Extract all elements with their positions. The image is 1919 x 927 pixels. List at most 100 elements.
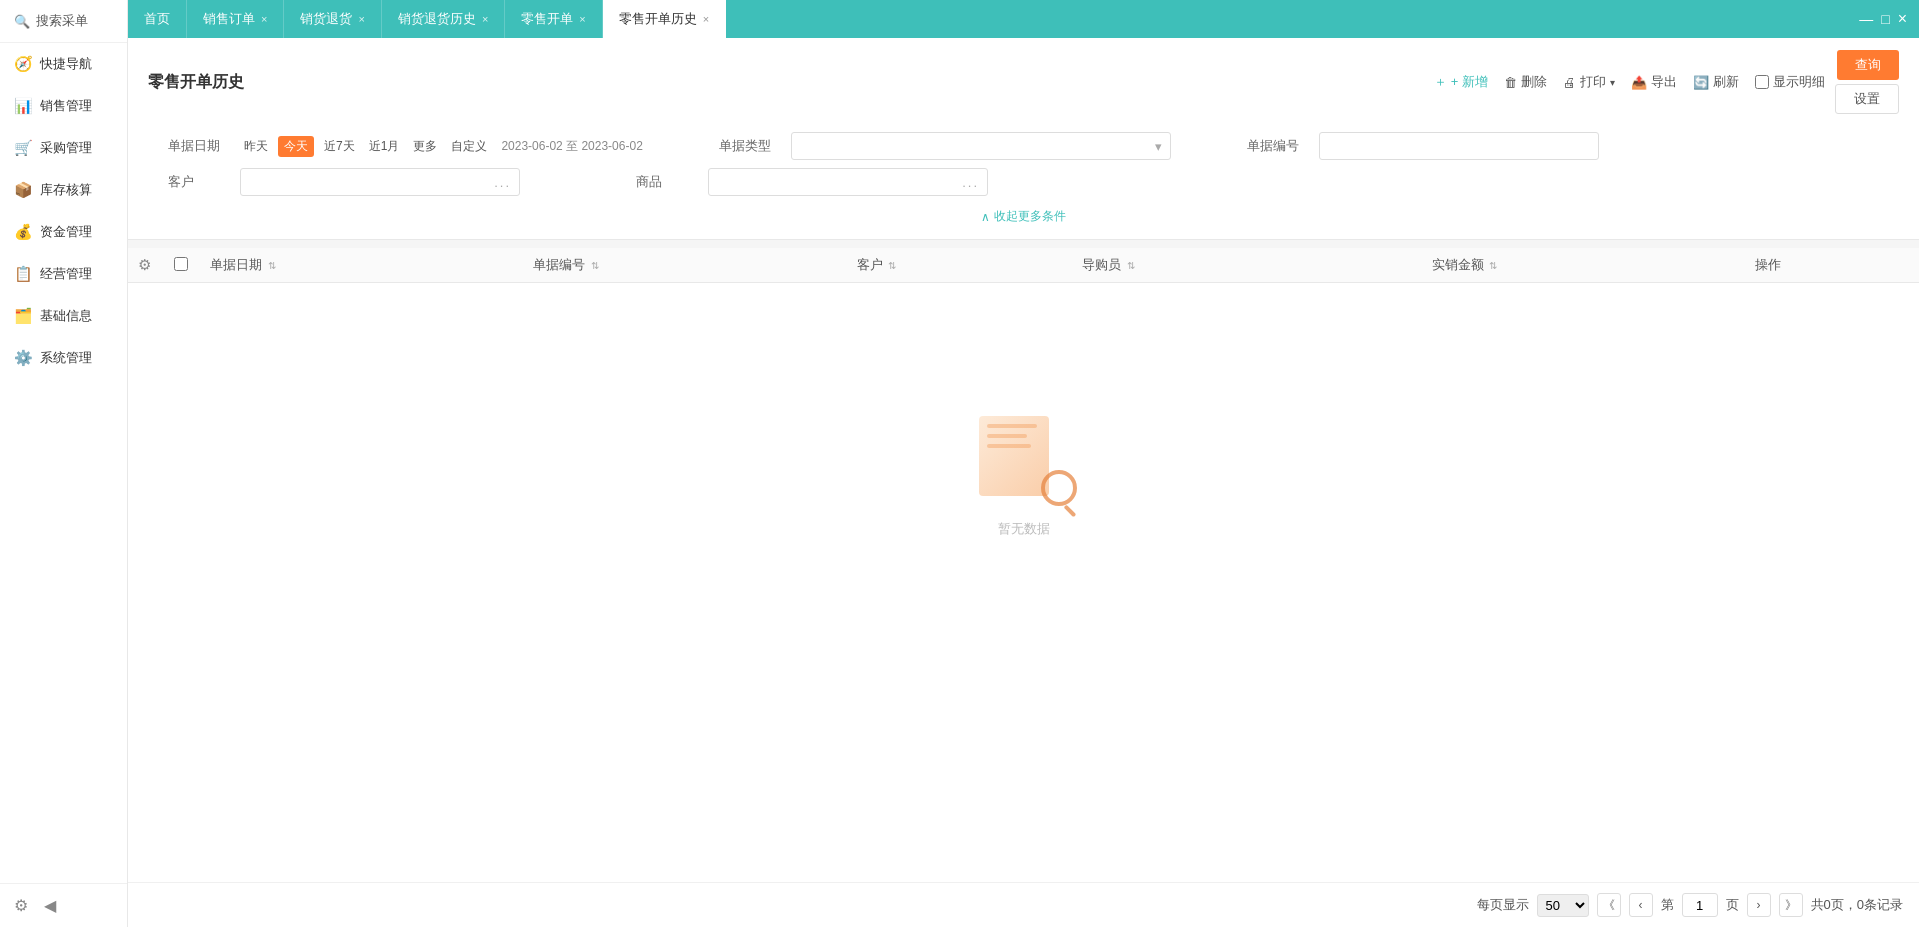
customer-dots: ... [494, 175, 511, 190]
col-date-sort[interactable]: ⇅ [268, 260, 276, 271]
tab-sales-return-history-close[interactable]: × [482, 13, 488, 25]
tab-home[interactable]: 首页 [128, 0, 187, 38]
maximize-btn[interactable]: □ [1881, 11, 1889, 27]
sidebar-bottom: ⚙ ◀ [0, 883, 127, 927]
col-ops: 操作 [1745, 248, 1919, 283]
date-opt-7days[interactable]: 近7天 [320, 136, 359, 157]
table-header-row: ⚙ 单据日期 ⇅ 单据编号 ⇅ [128, 248, 1919, 283]
print-btn[interactable]: 🖨 打印 ▾ [1561, 69, 1617, 95]
minimize-btn[interactable]: — [1859, 11, 1873, 27]
select-all-checkbox[interactable] [174, 257, 188, 271]
close-btn[interactable]: × [1898, 10, 1907, 28]
query-button[interactable]: 查询 [1837, 50, 1899, 80]
tab-sales-order-label: 销售订单 [203, 10, 255, 28]
col-no-sort[interactable]: ⇅ [591, 260, 599, 271]
sidebar-item-basic[interactable]: 🗂️ 基础信息 [0, 295, 127, 337]
tab-bar: 首页 销售订单 × 销货退货 × 销货退货历史 × 零售开单 × 零售开单历史 … [128, 0, 1919, 38]
export-icon: 📤 [1631, 75, 1647, 90]
customer-label: 客户 [168, 173, 224, 191]
delete-btn[interactable]: 🗑 删除 [1502, 69, 1549, 95]
delete-icon: 🗑 [1504, 75, 1517, 90]
date-opt-more[interactable]: 更多 [409, 136, 441, 157]
tab-retail-open-history-close[interactable]: × [703, 13, 709, 25]
search-icon: 🔍 [14, 14, 30, 29]
tab-retail-open-close[interactable]: × [579, 13, 585, 25]
sidebar-item-label: 销售管理 [40, 97, 92, 115]
table-settings-icon[interactable]: ⚙ [138, 256, 151, 273]
col-guide-sort[interactable]: ⇅ [1127, 260, 1135, 271]
sidebar-item-finance[interactable]: 💰 资金管理 [0, 211, 127, 253]
sidebar-item-label: 采购管理 [40, 139, 92, 157]
tab-retail-open-label: 零售开单 [521, 10, 573, 28]
tab-retail-open-history[interactable]: 零售开单历史 × [603, 0, 726, 38]
goods-input[interactable]: ... [708, 168, 988, 196]
export-btn[interactable]: 📤 导出 [1629, 69, 1679, 95]
page-input[interactable] [1682, 893, 1718, 917]
col-customer-sort[interactable]: ⇅ [888, 260, 896, 271]
pagination: 每页显示 50 100 200 《 ‹ 第 页 › 》 共0页，0条记录 [128, 882, 1919, 927]
goods-label: 商品 [636, 173, 692, 191]
next-page-btn[interactable]: › [1747, 893, 1771, 917]
settings-bottom-icon[interactable]: ⚙ [14, 896, 28, 915]
display-label: 显示明细 [1773, 73, 1825, 91]
per-page-select[interactable]: 50 100 200 [1537, 894, 1589, 917]
date-opt-yesterday[interactable]: 昨天 [240, 136, 272, 157]
page-suffix: 页 [1726, 896, 1739, 914]
sidebar-item-label: 资金管理 [40, 223, 92, 241]
bill-type-label: 单据类型 [719, 137, 775, 155]
tab-sales-return-close[interactable]: × [358, 13, 364, 25]
empty-illustration [969, 408, 1079, 508]
refresh-icon: 🔄 [1693, 75, 1709, 90]
export-label: 导出 [1651, 73, 1677, 91]
sidebar-item-inventory[interactable]: 📦 库存核算 [0, 169, 127, 211]
col-amount-sort[interactable]: ⇅ [1489, 260, 1497, 271]
tab-sales-return[interactable]: 销货退货 × [284, 0, 381, 38]
collapse-bar[interactable]: ∧ 收起更多条件 [168, 204, 1879, 231]
sidebar-item-sales-mgmt[interactable]: 📊 销售管理 [0, 85, 127, 127]
display-btn[interactable]: 显示明细 [1753, 69, 1827, 95]
refresh-btn[interactable]: 🔄 刷新 [1691, 69, 1741, 95]
print-arrow-icon: ▾ [1610, 77, 1615, 88]
tab-retail-open[interactable]: 零售开单 × [505, 0, 602, 38]
sidebar-item-ops[interactable]: 📋 经营管理 [0, 253, 127, 295]
tab-sales-order-close[interactable]: × [261, 13, 267, 25]
basic-icon: 🗂️ [14, 307, 32, 325]
col-no: 单据编号 ⇅ [523, 248, 846, 283]
display-checkbox[interactable] [1755, 75, 1769, 89]
col-date: 单据日期 ⇅ [200, 248, 523, 283]
filter-row-2: 客户 ... 商品 ... [168, 168, 1879, 196]
query-btn-area: 查询 设置 [1835, 50, 1899, 114]
date-opt-custom[interactable]: 自定义 [447, 136, 491, 157]
add-icon: ＋ [1434, 73, 1447, 91]
customer-input[interactable]: ... [240, 168, 520, 196]
col-ops-label: 操作 [1755, 257, 1781, 272]
sidebar-item-purchase-mgmt[interactable]: 🛒 采购管理 [0, 127, 127, 169]
setting-button[interactable]: 设置 [1835, 84, 1899, 114]
total-text: 共0页，0条记录 [1811, 896, 1903, 914]
tab-sales-order[interactable]: 销售订单 × [187, 0, 284, 38]
col-customer: 客户 ⇅ [847, 248, 1072, 283]
bill-no-label: 单据编号 [1247, 137, 1303, 155]
toolbar: ＋ + 新增 🗑 删除 🖨 打印 ▾ 📤 [1432, 69, 1827, 95]
tab-sales-return-history[interactable]: 销货退货历史 × [382, 0, 505, 38]
bill-type-select[interactable]: ▾ [791, 132, 1171, 160]
add-btn[interactable]: ＋ + 新增 [1432, 69, 1490, 95]
col-spacer [1346, 248, 1422, 283]
sys-icon: ⚙️ [14, 349, 32, 367]
collapse-sidebar-icon[interactable]: ◀ [44, 896, 56, 915]
sidebar: 🔍 搜索采单 🧭 快捷导航 📊 销售管理 🛒 采购管理 📦 库存核算 💰 资金管… [0, 0, 128, 927]
last-page-btn[interactable]: 》 [1779, 893, 1803, 917]
first-page-btn[interactable]: 《 [1597, 893, 1621, 917]
page-header: 零售开单历史 ＋ + 新增 🗑 删除 🖨 打印 [128, 38, 1919, 240]
bill-no-input[interactable] [1319, 132, 1599, 160]
sidebar-item-sys[interactable]: ⚙️ 系统管理 [0, 337, 127, 379]
main-area: 首页 销售订单 × 销货退货 × 销货退货历史 × 零售开单 × 零售开单历史 … [128, 0, 1919, 927]
date-opt-today[interactable]: 今天 [278, 136, 314, 157]
inventory-icon: 📦 [14, 181, 32, 199]
sidebar-search[interactable]: 🔍 搜索采单 [0, 0, 127, 43]
sidebar-item-quick-nav[interactable]: 🧭 快捷导航 [0, 43, 127, 85]
refresh-label: 刷新 [1713, 73, 1739, 91]
date-opt-1month[interactable]: 近1月 [365, 136, 404, 157]
prev-page-btn[interactable]: ‹ [1629, 893, 1653, 917]
empty-text: 暂无数据 [998, 520, 1050, 538]
